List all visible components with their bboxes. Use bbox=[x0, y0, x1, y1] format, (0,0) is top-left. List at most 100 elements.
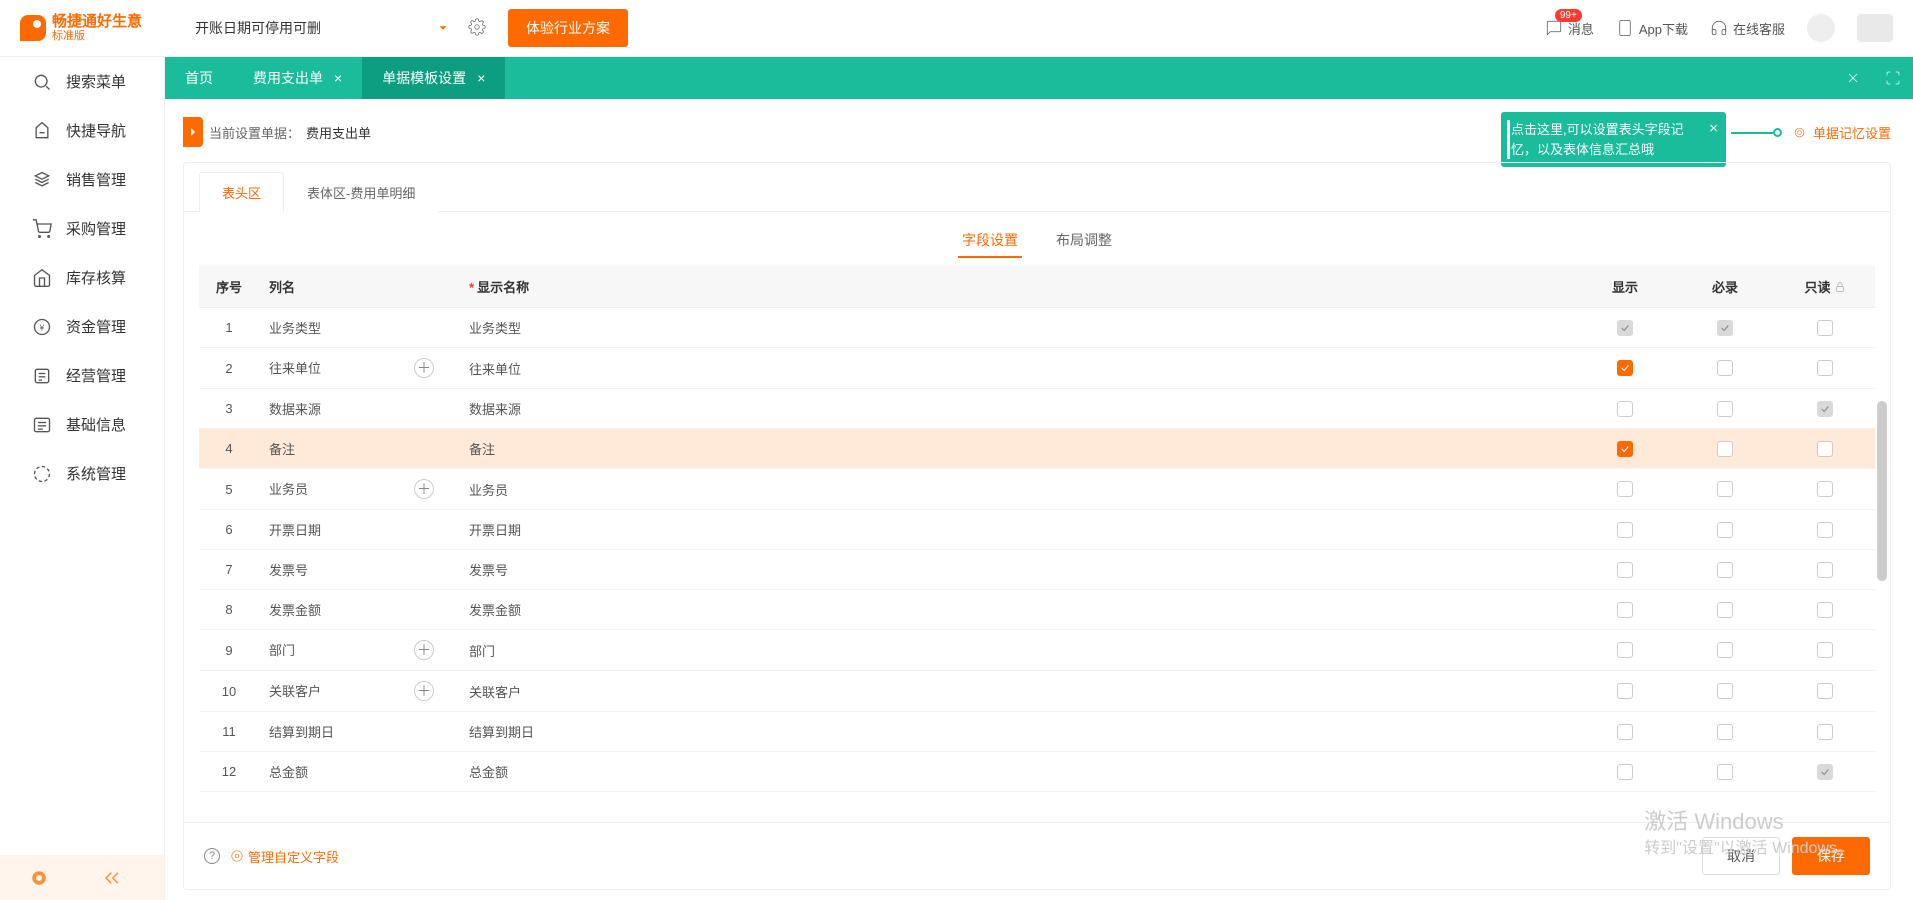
cancel-button[interactable]: 取消 bbox=[1702, 837, 1780, 875]
cell-display[interactable]: 往来单位 bbox=[459, 348, 1575, 389]
sub-tab-1[interactable]: 布局调整 bbox=[1052, 224, 1116, 258]
checkbox[interactable] bbox=[1817, 764, 1833, 780]
sub-tab-0[interactable]: 字段设置 bbox=[958, 224, 1022, 258]
checkbox[interactable] bbox=[1617, 360, 1633, 376]
tab-close-button[interactable]: × bbox=[334, 70, 342, 86]
table-row[interactable]: 9部门＋部门 bbox=[199, 630, 1875, 671]
table-row[interactable]: 8发票金额发票金额 bbox=[199, 590, 1875, 630]
checkbox[interactable] bbox=[1617, 683, 1633, 699]
cell-display[interactable]: 备注 bbox=[459, 429, 1575, 469]
checkbox[interactable] bbox=[1617, 562, 1633, 578]
table-row[interactable]: 6开票日期开票日期 bbox=[199, 510, 1875, 550]
cell-display[interactable]: 发票号 bbox=[459, 550, 1575, 590]
cell-display[interactable]: 结算到期日 bbox=[459, 712, 1575, 752]
checkbox[interactable] bbox=[1817, 724, 1833, 740]
checkbox[interactable] bbox=[1617, 401, 1633, 417]
checkbox[interactable] bbox=[1717, 764, 1733, 780]
cell-display[interactable]: 总金额 bbox=[459, 752, 1575, 792]
close-all-tabs-button[interactable] bbox=[1833, 57, 1873, 99]
checkbox[interactable] bbox=[1817, 401, 1833, 417]
table-row[interactable]: 4备注备注 bbox=[199, 429, 1875, 469]
checkbox[interactable] bbox=[1717, 562, 1733, 578]
add-button[interactable]: ＋ bbox=[414, 681, 434, 701]
sidebar-item-1[interactable]: 快捷导航 bbox=[0, 106, 164, 155]
experience-solution-button[interactable]: 体验行业方案 bbox=[508, 9, 628, 47]
sidebar-item-4[interactable]: 库存核算 bbox=[0, 253, 164, 302]
help-icon[interactable]: ? bbox=[204, 848, 220, 864]
checkbox[interactable] bbox=[1717, 724, 1733, 740]
table-row[interactable]: 12总金额总金额 bbox=[199, 752, 1875, 792]
app-download-button[interactable]: App下载 bbox=[1616, 19, 1688, 38]
checkbox[interactable] bbox=[1817, 360, 1833, 376]
table-wrapper[interactable]: 序号 列名 *显示名称 显示 必录 只读 1业务类型业务类型2往来单位＋往来单位… bbox=[199, 266, 1875, 822]
zone-tab-0[interactable]: 表头区 bbox=[199, 172, 284, 212]
table-row[interactable]: 11结算到期日结算到期日 bbox=[199, 712, 1875, 752]
checkbox[interactable] bbox=[1817, 481, 1833, 497]
sidebar-item-0[interactable]: 搜索菜单 bbox=[0, 57, 164, 106]
checkbox[interactable] bbox=[1617, 481, 1633, 497]
checkbox[interactable] bbox=[1717, 320, 1733, 336]
checkbox[interactable] bbox=[1717, 522, 1733, 538]
sidebar-item-6[interactable]: 经营管理 bbox=[0, 351, 164, 400]
sidebar-item-3[interactable]: 采购管理 bbox=[0, 204, 164, 253]
fullscreen-button[interactable] bbox=[1873, 57, 1913, 99]
avatar[interactable] bbox=[1807, 14, 1835, 42]
checkbox[interactable] bbox=[1717, 642, 1733, 658]
tab-1[interactable]: 费用支出单× bbox=[233, 57, 362, 99]
sidebar-item-2[interactable]: 销售管理 bbox=[0, 155, 164, 204]
checkbox[interactable] bbox=[1617, 642, 1633, 658]
doc-memory-settings-link[interactable]: 单据记忆设置 bbox=[1773, 123, 1891, 142]
table-row[interactable]: 1业务类型业务类型 bbox=[199, 308, 1875, 348]
cell-display[interactable]: 关联客户 bbox=[459, 671, 1575, 712]
checkbox[interactable] bbox=[1617, 764, 1633, 780]
account-select[interactable]: 开账日期可停用可删 bbox=[195, 18, 450, 38]
tab-close-button[interactable]: × bbox=[477, 70, 485, 86]
add-button[interactable]: ＋ bbox=[414, 640, 434, 660]
cell-display[interactable]: 开票日期 bbox=[459, 510, 1575, 550]
customer-service-button[interactable]: 在线客服 bbox=[1710, 19, 1785, 38]
checkbox[interactable] bbox=[1617, 602, 1633, 618]
user-menu[interactable] bbox=[1857, 14, 1893, 42]
cell-display[interactable]: 发票金额 bbox=[459, 590, 1575, 630]
checkbox[interactable] bbox=[1617, 724, 1633, 740]
expand-handle[interactable] bbox=[183, 117, 203, 147]
checkbox[interactable] bbox=[1617, 522, 1633, 538]
checkbox[interactable] bbox=[1717, 481, 1733, 497]
checkbox[interactable] bbox=[1617, 441, 1633, 457]
manage-custom-fields-link[interactable]: 管理自定义字段 bbox=[230, 847, 339, 866]
cell-display[interactable]: 业务类型 bbox=[459, 308, 1575, 348]
checkbox[interactable] bbox=[1817, 642, 1833, 658]
checkbox[interactable] bbox=[1817, 522, 1833, 538]
cell-display[interactable]: 业务员 bbox=[459, 469, 1575, 510]
checkbox[interactable] bbox=[1617, 320, 1633, 336]
scrollbar[interactable] bbox=[1877, 401, 1887, 819]
sidebar-item-7[interactable]: 基础信息 bbox=[0, 400, 164, 449]
logo[interactable]: 畅捷通好生意 标准版 bbox=[20, 14, 165, 43]
cell-display[interactable]: 数据来源 bbox=[459, 389, 1575, 429]
add-button[interactable]: ＋ bbox=[414, 358, 434, 378]
checkbox[interactable] bbox=[1717, 401, 1733, 417]
checkbox[interactable] bbox=[1817, 683, 1833, 699]
checkbox[interactable] bbox=[1817, 602, 1833, 618]
checkbox[interactable] bbox=[1717, 360, 1733, 376]
add-button[interactable]: ＋ bbox=[414, 479, 434, 499]
tab-2[interactable]: 单据模板设置× bbox=[362, 57, 505, 99]
checkbox[interactable] bbox=[1717, 683, 1733, 699]
table-row[interactable]: 10关联客户＋关联客户 bbox=[199, 671, 1875, 712]
checkbox[interactable] bbox=[1717, 602, 1733, 618]
tooltip-close-button[interactable]: × bbox=[1709, 118, 1718, 141]
cell-display[interactable]: 部门 bbox=[459, 630, 1575, 671]
sidebar-item-5[interactable]: ¥资金管理 bbox=[0, 302, 164, 351]
tab-0[interactable]: 首页 bbox=[165, 57, 233, 99]
sidebar-item-8[interactable]: 系统管理 bbox=[0, 449, 164, 498]
save-button[interactable]: 保存 bbox=[1792, 837, 1870, 875]
settings-button[interactable] bbox=[468, 18, 486, 39]
zone-tab-1[interactable]: 表体区-费用单明细 bbox=[284, 172, 438, 212]
checkbox[interactable] bbox=[1817, 320, 1833, 336]
checkbox[interactable] bbox=[1717, 441, 1733, 457]
table-row[interactable]: 3数据来源数据来源 bbox=[199, 389, 1875, 429]
collapse-icon[interactable] bbox=[103, 869, 121, 887]
checkbox[interactable] bbox=[1817, 562, 1833, 578]
messages-button[interactable]: 消息 99+ bbox=[1545, 19, 1594, 38]
table-row[interactable]: 5业务员＋业务员 bbox=[199, 469, 1875, 510]
